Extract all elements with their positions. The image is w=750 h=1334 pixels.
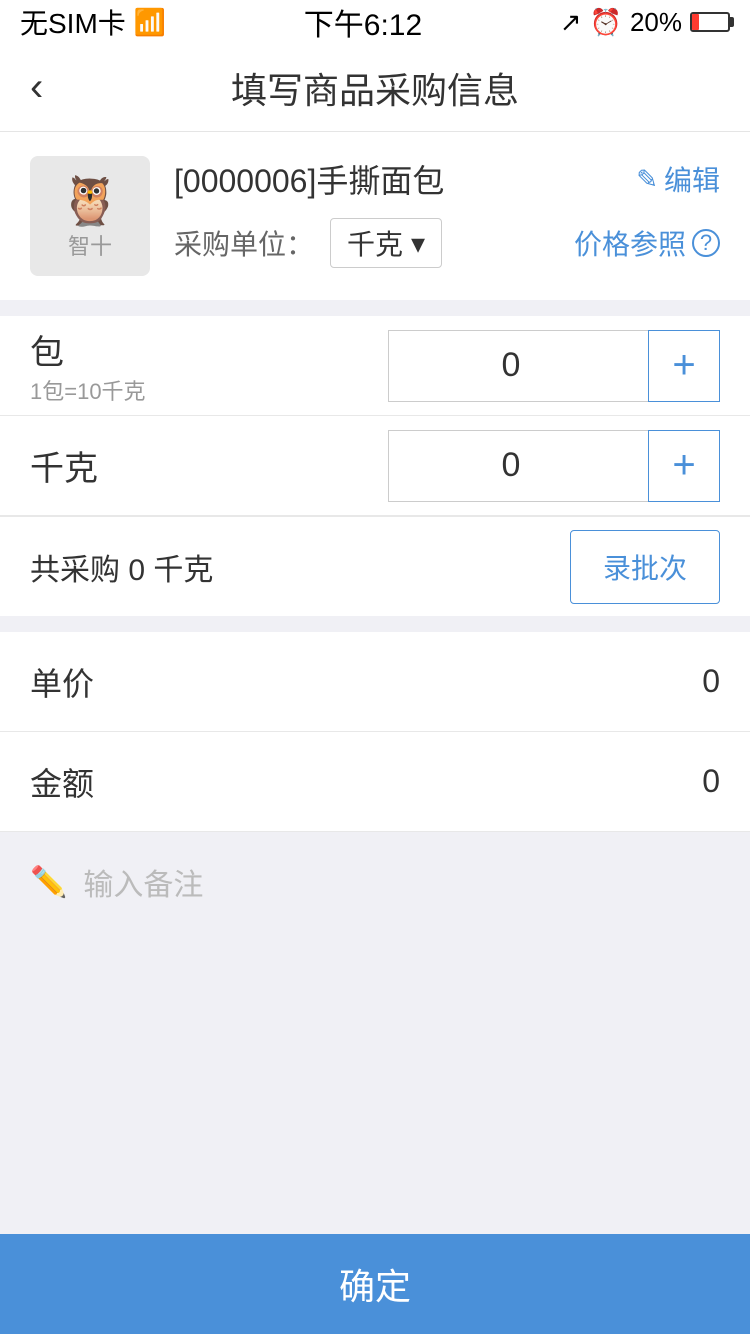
page-title: 填写商品采购信息 (231, 62, 519, 114)
edit-icon: ✎ (636, 164, 658, 195)
confirm-label: 确定 (339, 1258, 411, 1310)
kg-plus-button[interactable]: + (648, 430, 720, 502)
amount-label: 金额 (30, 759, 94, 805)
edit-label: 编辑 (664, 159, 720, 199)
back-button[interactable]: ‹ (30, 55, 53, 120)
product-name: [0000006]手撕面包 (174, 156, 444, 202)
carrier-text: 无SIM卡 (20, 2, 126, 42)
batch-button[interactable]: 录批次 (570, 530, 720, 604)
notes-placeholder: 输入备注 (83, 860, 203, 904)
brand-label: 智十 (68, 229, 112, 261)
unit-select[interactable]: 千克 ▾ (330, 218, 442, 268)
question-icon: ? (692, 229, 720, 257)
kg-plus-icon: + (672, 443, 695, 488)
status-left: 无SIM卡 📶 (20, 2, 166, 42)
kg-input-row: 千克 + (0, 416, 750, 516)
kg-label: 千克 (30, 441, 150, 490)
product-name-row: [0000006]手撕面包 ✎ 编辑 (174, 156, 720, 202)
product-info: [0000006]手撕面包 ✎ 编辑 采购单位： 千克 ▾ 价格参照 ? (174, 156, 720, 268)
bag-quantity-input[interactable] (388, 330, 648, 402)
battery-indicator (690, 12, 730, 32)
unit-price-label: 单价 (30, 659, 94, 705)
summary-row: 共采购 0 千克 录批次 (0, 516, 750, 616)
price-ref-button[interactable]: 价格参照 ? (574, 223, 720, 263)
kg-input-right: + (388, 430, 720, 502)
summary-text: 共采购 0 千克 (30, 545, 213, 589)
kg-quantity-input[interactable] (388, 430, 648, 502)
battery-percent: 20% (630, 7, 682, 38)
unit-price-row: 单价 0 (0, 632, 750, 732)
notes-section[interactable]: ✏️ 输入备注 (0, 832, 750, 932)
bag-input-right: + (388, 330, 720, 402)
chevron-down-icon: ▾ (411, 227, 425, 260)
nav-bar: ‹ 填写商品采购信息 (0, 44, 750, 132)
bag-label-group: 包 1包=10千克 (30, 325, 150, 406)
owl-icon: 🦉 (60, 172, 120, 229)
unit-price-value: 0 (702, 663, 720, 700)
plus-icon: + (672, 343, 695, 388)
wifi-icon: 📶 (134, 7, 166, 38)
bag-label: 包 (30, 325, 150, 374)
location-icon: ↗ (560, 7, 582, 38)
edit-button[interactable]: ✎ 编辑 (636, 159, 720, 199)
status-bar: 无SIM卡 📶 下午6:12 ↗ ⏰ 20% (0, 0, 750, 44)
product-card: 🦉 智十 [0000006]手撕面包 ✎ 编辑 采购单位： 千克 ▾ 价格参照 … (0, 132, 750, 308)
bag-sub-label: 1包=10千克 (30, 374, 150, 406)
alarm-icon: ⏰ (590, 7, 622, 38)
price-amount-section: 单价 0 金额 0 (0, 632, 750, 832)
bag-input-row: 包 1包=10千克 + (0, 316, 750, 416)
amount-value: 0 (702, 763, 720, 800)
section-divider-1 (0, 308, 750, 316)
unit-label: 采购单位： (174, 223, 314, 263)
product-unit-row: 采购单位： 千克 ▾ 价格参照 ? (174, 218, 720, 268)
confirm-button[interactable]: 确定 (0, 1234, 750, 1334)
price-ref-label: 价格参照 (574, 223, 686, 263)
status-time: 下午6:12 (304, 0, 422, 44)
unit-value: 千克 (347, 223, 403, 263)
kg-label-group: 千克 (30, 441, 150, 490)
pencil-icon: ✏️ (30, 865, 67, 900)
section-divider-2 (0, 616, 750, 624)
amount-row: 金额 0 (0, 732, 750, 832)
bag-plus-button[interactable]: + (648, 330, 720, 402)
product-thumbnail: 🦉 智十 (30, 156, 150, 276)
input-section: 包 1包=10千克 + 千克 + 共采购 0 千克 录批次 (0, 316, 750, 616)
status-right: ↗ ⏰ 20% (560, 7, 730, 38)
